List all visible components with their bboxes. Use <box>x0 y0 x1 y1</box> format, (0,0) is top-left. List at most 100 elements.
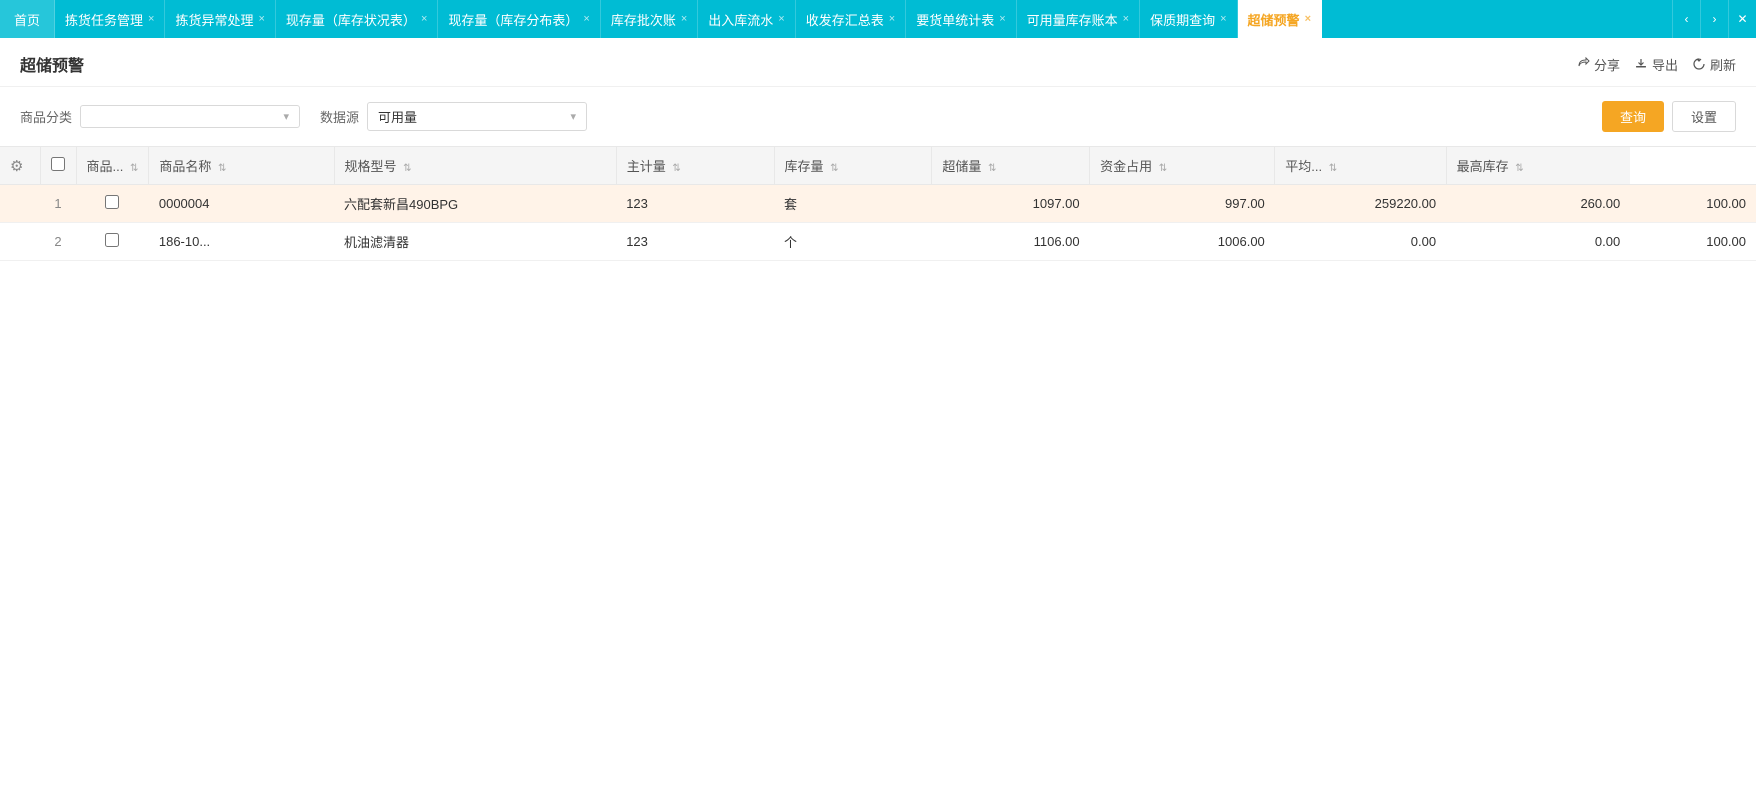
row-overstock: 997.00 <box>1090 185 1275 223</box>
refresh-button[interactable]: 刷新 <box>1692 55 1736 74</box>
close-icon[interactable]: × <box>148 13 154 25</box>
share-button[interactable]: 分享 <box>1576 55 1620 74</box>
row-num-cell: 2 <box>40 223 76 261</box>
col-overstock[interactable]: 超储量 ⇅ <box>932 147 1090 185</box>
row-max-stock: 100.00 <box>1630 223 1756 261</box>
close-icon[interactable]: × <box>583 13 589 25</box>
close-icon[interactable]: × <box>1305 13 1311 25</box>
category-filter-group: 商品分类 ▾ <box>20 105 300 128</box>
nav-item-6[interactable]: 出入库流水 × <box>698 0 795 38</box>
row-unit: 个 <box>774 223 932 261</box>
row-avg: 260.00 <box>1446 185 1630 223</box>
nav-item-10[interactable]: 保质期查询 × <box>1140 0 1237 38</box>
settings-button[interactable]: 设置 <box>1672 101 1736 132</box>
table-container: ⚙ 商品... ⇅ 商品名称 ⇅ 规格型号 ⇅ <box>0 146 1756 261</box>
row-gear-cell <box>0 223 40 261</box>
col-max-stock[interactable]: 最高库存 ⇅ <box>1446 147 1630 185</box>
row-unit: 套 <box>774 185 932 223</box>
sort-icon: ⇅ <box>830 163 838 174</box>
filter-bar: 商品分类 ▾ 数据源 可用量 ▾ 查询 设置 <box>0 87 1756 146</box>
page-title: 超储预警 <box>20 52 84 76</box>
top-nav: 首页 拣货任务管理 × 拣货异常处理 × 现存量（库存状况表） × 现存量（库存… <box>0 0 1756 38</box>
row-max-stock: 100.00 <box>1630 185 1756 223</box>
col-spec[interactable]: 规格型号 ⇅ <box>334 147 616 185</box>
table-header-row: ⚙ 商品... ⇅ 商品名称 ⇅ 规格型号 ⇅ <box>0 147 1756 185</box>
query-button[interactable]: 查询 <box>1602 101 1664 132</box>
datasource-select[interactable]: 可用量 ▾ <box>367 102 587 131</box>
row-goods-code: 186-10... <box>149 223 334 261</box>
nav-item-4[interactable]: 现存量（库存分布表） × <box>438 0 600 38</box>
nav-home[interactable]: 首页 <box>0 0 55 38</box>
chevron-down-icon: ▾ <box>283 110 289 123</box>
row-spec: 123 <box>616 223 774 261</box>
col-avg[interactable]: 平均... ⇅ <box>1275 147 1446 185</box>
col-checkbox-header <box>40 147 76 185</box>
row-checkbox[interactable] <box>105 233 119 247</box>
nav-item-7[interactable]: 收发存汇总表 × <box>796 0 906 38</box>
col-goods-code[interactable]: 商品... ⇅ <box>76 147 149 185</box>
nav-item-11-active[interactable]: 超储预警 × <box>1238 0 1322 38</box>
col-stock[interactable]: 库存量 ⇅ <box>774 147 932 185</box>
nav-next-arrow[interactable]: › <box>1700 0 1728 38</box>
close-icon[interactable]: × <box>1220 13 1226 25</box>
sort-icon: ⇅ <box>988 163 996 174</box>
table-row: 2 186-10... 机油滤清器 123 个 1106.00 1006.00 … <box>0 223 1756 261</box>
row-checkbox-cell <box>76 185 149 223</box>
close-icon[interactable]: × <box>889 13 895 25</box>
row-overstock: 1006.00 <box>1090 223 1275 261</box>
col-capital[interactable]: 资金占用 ⇅ <box>1090 147 1275 185</box>
row-num-cell: 1 <box>40 185 76 223</box>
sort-icon: ⇅ <box>1329 163 1337 174</box>
col-gear: ⚙ <box>0 147 40 185</box>
nav-item-1[interactable]: 拣货任务管理 × <box>55 0 165 38</box>
sort-icon: ⇅ <box>130 163 138 174</box>
row-stock: 1097.00 <box>932 185 1090 223</box>
row-goods-code: 0000004 <box>149 185 334 223</box>
close-icon[interactable]: × <box>258 13 264 25</box>
refresh-icon <box>1692 57 1706 71</box>
row-gear-cell <box>0 185 40 223</box>
row-checkbox[interactable] <box>105 195 119 209</box>
data-table: ⚙ 商品... ⇅ 商品名称 ⇅ 规格型号 ⇅ <box>0 146 1756 261</box>
nav-arrow-group: ‹ › ✕ <box>1672 0 1756 38</box>
page-header: 超储预警 分享 导出 刷新 <box>0 38 1756 87</box>
gear-icon[interactable]: ⚙ <box>10 158 23 175</box>
close-icon[interactable]: × <box>421 13 427 25</box>
col-unit[interactable]: 主计量 ⇅ <box>616 147 774 185</box>
header-actions: 分享 导出 刷新 <box>1576 55 1736 74</box>
sort-icon: ⇅ <box>1515 163 1523 174</box>
nav-item-9[interactable]: 可用量库存账本 × <box>1017 0 1140 38</box>
select-all-checkbox[interactable] <box>51 157 65 171</box>
datasource-filter-group: 数据源 可用量 ▾ <box>320 102 587 131</box>
category-select[interactable]: ▾ <box>80 105 300 128</box>
sort-icon: ⇅ <box>1159 163 1167 174</box>
close-icon[interactable]: × <box>681 13 687 25</box>
col-goods-name[interactable]: 商品名称 ⇅ <box>149 147 334 185</box>
page-content: 超储预警 分享 导出 刷新 <box>0 38 1756 800</box>
close-icon[interactable]: × <box>999 13 1005 25</box>
nav-prev-arrow[interactable]: ‹ <box>1672 0 1700 38</box>
nav-item-2[interactable]: 拣货异常处理 × <box>165 0 275 38</box>
row-avg: 0.00 <box>1446 223 1630 261</box>
export-icon <box>1634 57 1648 71</box>
row-spec: 123 <box>616 185 774 223</box>
share-icon <box>1576 57 1590 71</box>
row-checkbox-cell <box>76 223 149 261</box>
category-label: 商品分类 <box>20 107 72 126</box>
nav-item-3[interactable]: 现存量（库存状况表） × <box>276 0 438 38</box>
nav-item-5[interactable]: 库存批次账 × <box>601 0 698 38</box>
chevron-down-icon: ▾ <box>571 110 577 123</box>
row-capital: 0.00 <box>1275 223 1446 261</box>
row-capital: 259220.00 <box>1275 185 1446 223</box>
row-stock: 1106.00 <box>932 223 1090 261</box>
nav-item-8[interactable]: 要货单统计表 × <box>906 0 1016 38</box>
nav-close-all[interactable]: ✕ <box>1728 0 1756 38</box>
sort-icon: ⇅ <box>403 163 411 174</box>
export-button[interactable]: 导出 <box>1634 55 1678 74</box>
close-icon[interactable]: × <box>1123 13 1129 25</box>
row-goods-name: 机油滤清器 <box>334 223 616 261</box>
sort-icon: ⇅ <box>672 163 680 174</box>
close-icon[interactable]: × <box>778 13 784 25</box>
row-goods-name: 六配套新昌490BPG <box>334 185 616 223</box>
table-row: 1 0000004 六配套新昌490BPG 123 套 1097.00 997.… <box>0 185 1756 223</box>
